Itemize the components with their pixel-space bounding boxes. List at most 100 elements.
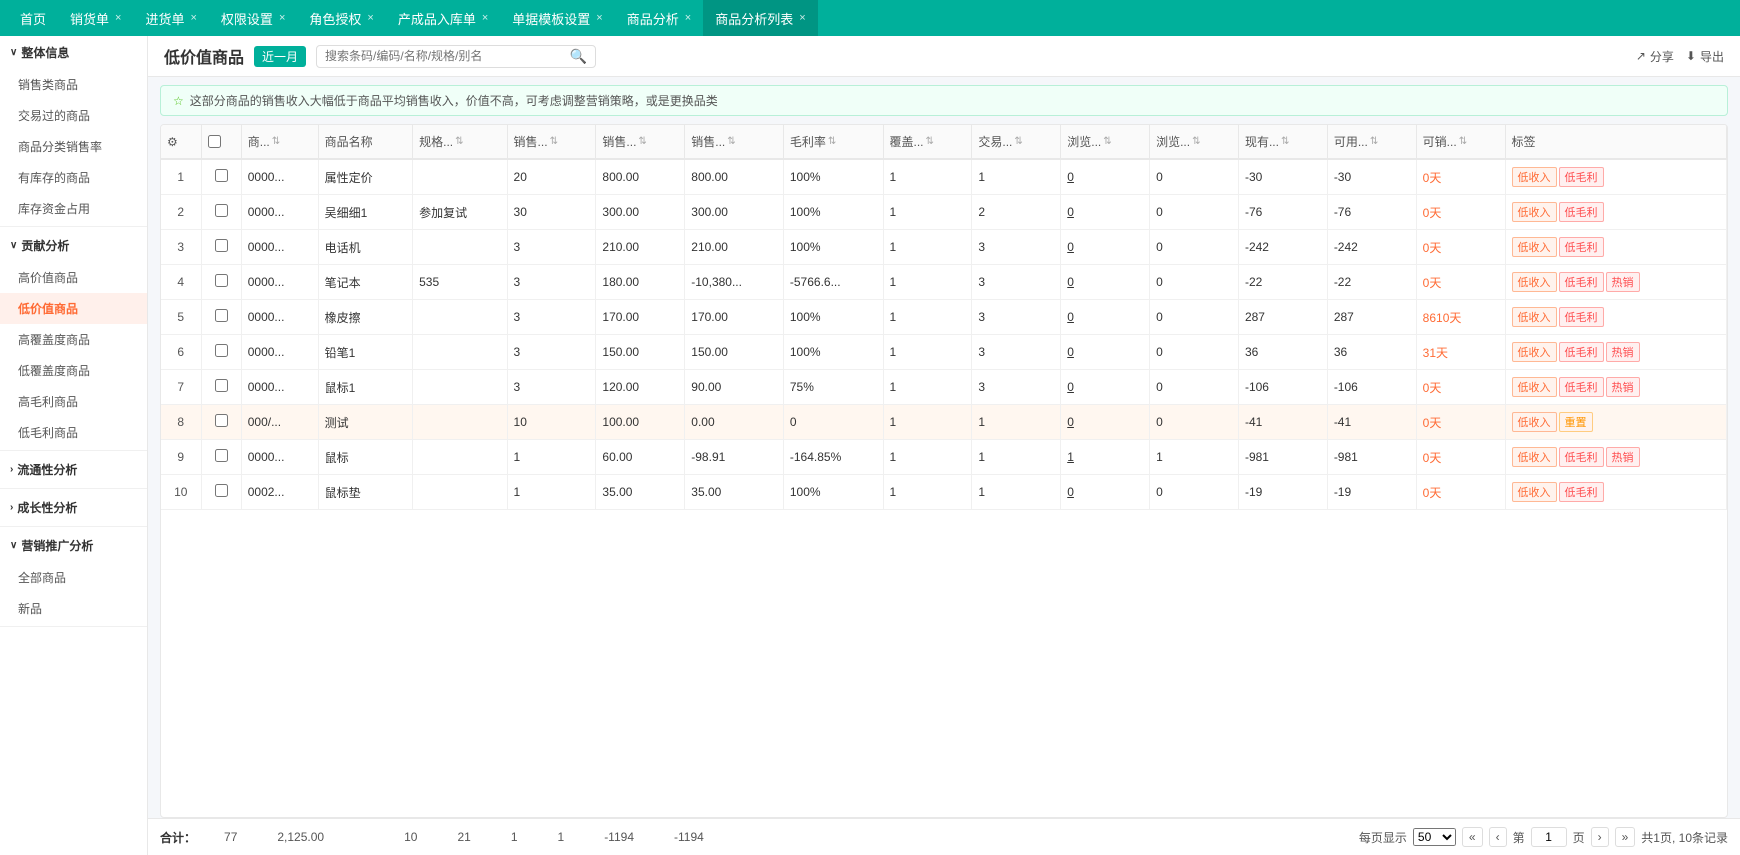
row-checkbox[interactable]: [215, 379, 228, 392]
cell-view1[interactable]: 0: [1061, 370, 1150, 405]
col-header-tags[interactable]: 标签: [1505, 125, 1726, 159]
nav-item-产成品入库单[interactable]: 产成品入库单×: [386, 0, 500, 36]
col-header-code[interactable]: 商...⇅: [241, 125, 318, 159]
cell-checkbox[interactable]: [201, 440, 241, 475]
sidebar-item-低价值商品[interactable]: 低价值商品: [0, 293, 147, 324]
export-button[interactable]: ⬇ 导出: [1686, 48, 1724, 65]
cell-checkbox[interactable]: [201, 335, 241, 370]
col-header-view2[interactable]: 浏览...⇅: [1150, 125, 1239, 159]
nav-close-icon[interactable]: ×: [279, 12, 285, 24]
col-header-coverage[interactable]: 覆盖...⇅: [883, 125, 972, 159]
col-header-setting[interactable]: ⚙: [161, 125, 201, 159]
sort-icon-current[interactable]: ⇅: [1281, 136, 1289, 147]
sidebar-item-低覆盖度商品[interactable]: 低覆盖度商品: [0, 355, 147, 386]
cell-view1[interactable]: 1: [1061, 440, 1150, 475]
cell-view1[interactable]: 0: [1061, 405, 1150, 440]
search-icon[interactable]: 🔍: [570, 48, 587, 65]
sidebar-item-有库存的商品[interactable]: 有库存的商品: [0, 162, 147, 193]
filter-tag-button[interactable]: 近一月: [254, 46, 306, 67]
view-link[interactable]: 0: [1067, 345, 1074, 359]
sidebar-item-新品[interactable]: 新品: [0, 593, 147, 624]
view-link[interactable]: 0: [1067, 240, 1074, 254]
sidebar-section-贡献分析[interactable]: ∨贡献分析: [0, 229, 147, 262]
nav-close-icon[interactable]: ×: [685, 12, 691, 24]
nav-close-icon[interactable]: ×: [190, 12, 196, 24]
col-header-current[interactable]: 现有...⇅: [1238, 125, 1327, 159]
sidebar-item-低毛利商品[interactable]: 低毛利商品: [0, 417, 147, 448]
cell-view1[interactable]: 0: [1061, 195, 1150, 230]
view-link[interactable]: 0: [1067, 485, 1074, 499]
sort-icon-coverage[interactable]: ⇅: [926, 136, 934, 147]
search-input[interactable]: [325, 49, 570, 63]
cell-checkbox[interactable]: [201, 159, 241, 195]
row-checkbox[interactable]: [215, 484, 228, 497]
first-page-button[interactable]: «: [1462, 827, 1483, 847]
sort-icon-trade[interactable]: ⇅: [1014, 136, 1022, 147]
sort-icon-sale_amount[interactable]: ⇅: [638, 136, 646, 147]
sidebar-item-高覆盖度商品[interactable]: 高覆盖度商品: [0, 324, 147, 355]
sidebar-item-销售类商品[interactable]: 销售类商品: [0, 69, 147, 100]
sort-icon-sale_count[interactable]: ⇅: [550, 136, 558, 147]
sidebar-section-营销推广分析[interactable]: ∨营销推广分析: [0, 529, 147, 562]
view-link[interactable]: 0: [1067, 380, 1074, 394]
row-checkbox[interactable]: [215, 169, 228, 182]
cell-view1[interactable]: 0: [1061, 335, 1150, 370]
nav-item-商品分析列表[interactable]: 商品分析列表×: [703, 0, 817, 36]
view-link[interactable]: 0: [1067, 275, 1074, 289]
col-header-gross_rate[interactable]: 毛利率⇅: [783, 125, 883, 159]
col-header-name[interactable]: 商品名称: [318, 125, 412, 159]
cell-view1[interactable]: 0: [1061, 265, 1150, 300]
cell-checkbox[interactable]: [201, 230, 241, 265]
last-page-button[interactable]: »: [1615, 827, 1636, 847]
col-header-view1[interactable]: 浏览...⇅: [1061, 125, 1150, 159]
nav-close-icon[interactable]: ×: [799, 12, 805, 24]
col-header-checkbox[interactable]: [201, 125, 241, 159]
row-checkbox[interactable]: [215, 414, 228, 427]
cell-checkbox[interactable]: [201, 475, 241, 510]
sort-icon-gross_rate[interactable]: ⇅: [828, 136, 836, 147]
nav-item-首页[interactable]: 首页: [8, 0, 58, 36]
nav-item-角色授权[interactable]: 角色授权×: [297, 0, 385, 36]
sort-icon-code[interactable]: ⇅: [272, 136, 280, 147]
cell-view1[interactable]: 0: [1061, 475, 1150, 510]
nav-close-icon[interactable]: ×: [596, 12, 602, 24]
sidebar-item-商品分类销售率[interactable]: 商品分类销售率: [0, 131, 147, 162]
row-checkbox[interactable]: [215, 449, 228, 462]
sidebar-section-整体信息[interactable]: ∨整体信息: [0, 36, 147, 69]
nav-item-单据模板设置[interactable]: 单据模板设置×: [500, 0, 614, 36]
nav-close-icon[interactable]: ×: [115, 12, 121, 24]
row-checkbox[interactable]: [215, 204, 228, 217]
row-checkbox[interactable]: [215, 239, 228, 252]
sort-icon-view2[interactable]: ⇅: [1192, 136, 1200, 147]
nav-close-icon[interactable]: ×: [367, 12, 373, 24]
cell-view1[interactable]: 0: [1061, 230, 1150, 265]
sidebar-item-交易过的商品[interactable]: 交易过的商品: [0, 100, 147, 131]
cell-checkbox[interactable]: [201, 370, 241, 405]
sidebar-item-库存资金占用[interactable]: 库存资金占用: [0, 193, 147, 224]
row-checkbox[interactable]: [215, 309, 228, 322]
nav-item-销货单[interactable]: 销货单×: [58, 0, 133, 36]
view-link[interactable]: 0: [1067, 170, 1074, 184]
select-all-checkbox[interactable]: [208, 135, 221, 148]
col-header-spec[interactable]: 规格...⇅: [413, 125, 507, 159]
per-page-select[interactable]: 50 20 100: [1413, 828, 1456, 846]
cell-checkbox[interactable]: [201, 405, 241, 440]
view-link[interactable]: 1: [1067, 450, 1074, 464]
nav-item-权限设置[interactable]: 权限设置×: [209, 0, 297, 36]
next-page-button[interactable]: ›: [1591, 827, 1609, 847]
col-header-sale_amount[interactable]: 销售...⇅: [596, 125, 685, 159]
col-header-sale_price[interactable]: 销售...⇅: [685, 125, 784, 159]
row-checkbox[interactable]: [215, 274, 228, 287]
sort-icon-sale_price[interactable]: ⇅: [727, 136, 735, 147]
view-link[interactable]: 0: [1067, 205, 1074, 219]
cell-checkbox[interactable]: [201, 265, 241, 300]
sort-icon-spec[interactable]: ⇅: [455, 136, 463, 147]
col-header-trade[interactable]: 交易...⇅: [972, 125, 1061, 159]
cell-view1[interactable]: 0: [1061, 300, 1150, 335]
col-header-available[interactable]: 可用...⇅: [1327, 125, 1416, 159]
prev-page-button[interactable]: ‹: [1489, 827, 1507, 847]
nav-item-商品分析[interactable]: 商品分析×: [615, 0, 703, 36]
view-link[interactable]: 0: [1067, 415, 1074, 429]
nav-close-icon[interactable]: ×: [482, 12, 488, 24]
sort-icon-available[interactable]: ⇅: [1370, 136, 1378, 147]
